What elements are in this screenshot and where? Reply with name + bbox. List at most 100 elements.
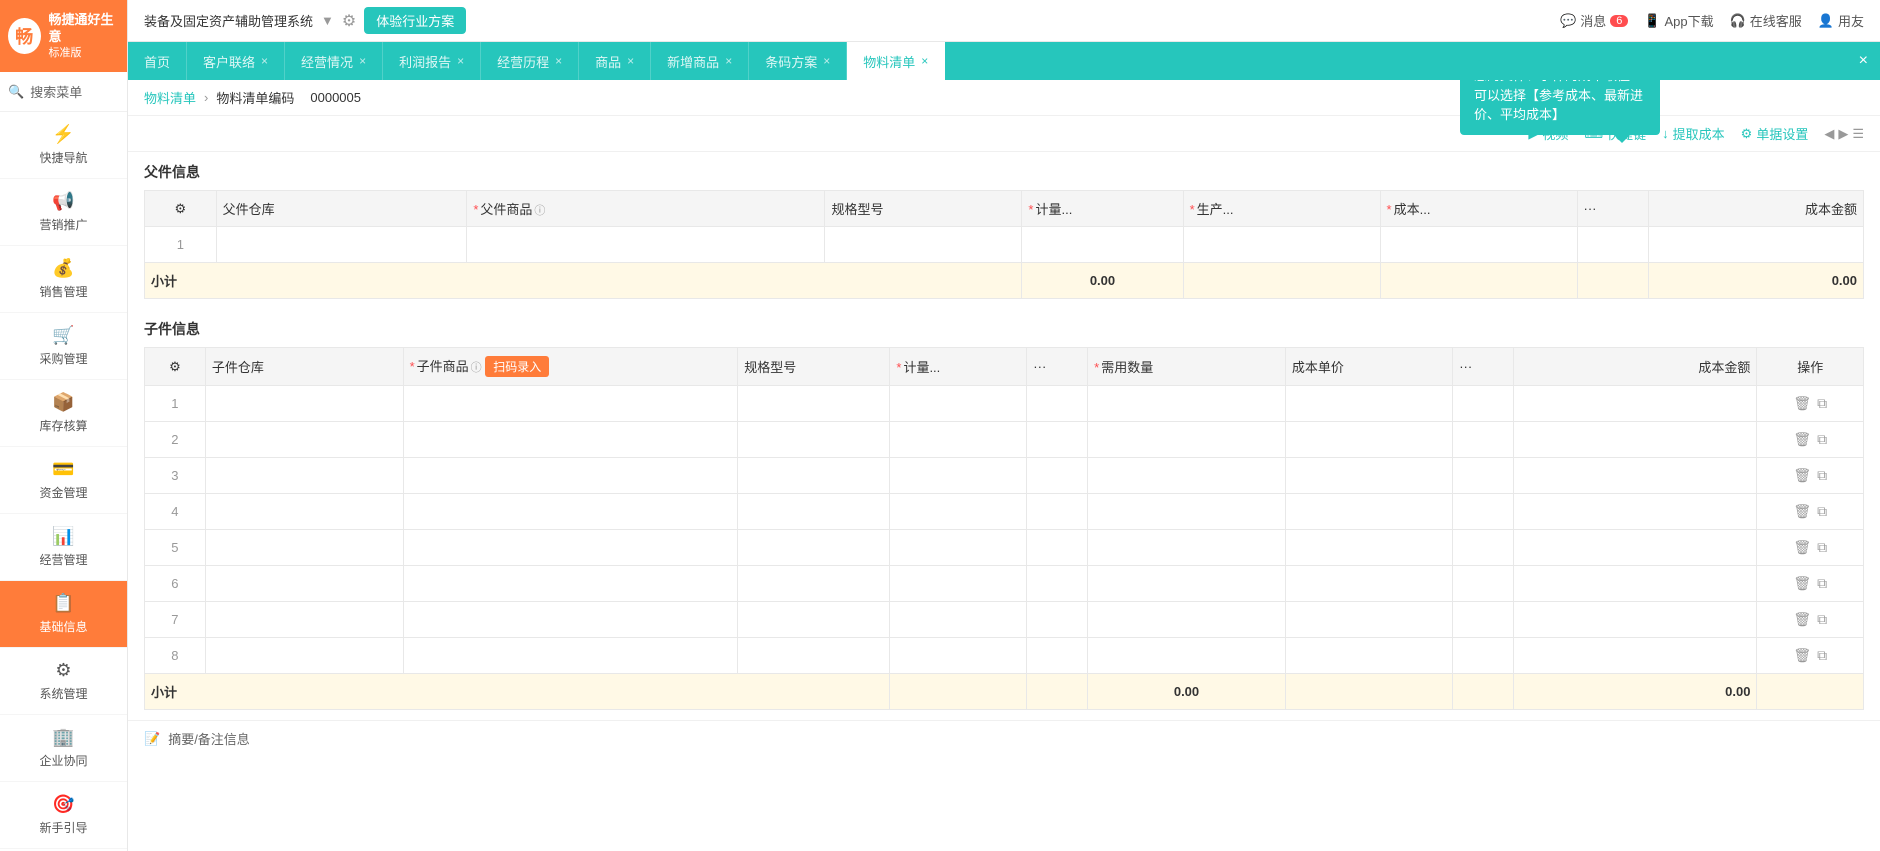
child-product-cell[interactable]: [403, 386, 738, 422]
dropdown-icon[interactable]: ▼: [321, 13, 334, 28]
child-spec-cell[interactable]: [738, 386, 890, 422]
sidebar-item-enterprise[interactable]: 🏢 企业协同: [0, 715, 127, 782]
copy-icon[interactable]: ⧉: [1817, 467, 1827, 484]
child-warehouse-cell[interactable]: [205, 566, 403, 602]
child-spec-cell[interactable]: [738, 602, 890, 638]
child-product-cell[interactable]: [403, 458, 738, 494]
parent-spec-cell[interactable]: [825, 227, 1022, 263]
child-qty-cell[interactable]: [1088, 602, 1286, 638]
parent-production-cell[interactable]: [1183, 227, 1380, 263]
sidebar-search[interactable]: 🔍 搜索菜单: [0, 72, 127, 112]
user-button[interactable]: 👤 用友: [1818, 11, 1864, 30]
child-spec-cell[interactable]: [738, 530, 890, 566]
child-unit-cost-cell[interactable]: [1285, 638, 1452, 674]
child-unit-cell[interactable]: [890, 386, 1027, 422]
sidebar-item-quick-nav[interactable]: ⚡ 快捷导航: [0, 112, 127, 179]
child-unit-cell[interactable]: [890, 638, 1027, 674]
delete-icon[interactable]: 🗑: [1793, 575, 1811, 592]
child-qty-cell[interactable]: [1088, 386, 1286, 422]
sidebar-item-operations[interactable]: 📊 经营管理: [0, 514, 127, 581]
trial-button[interactable]: 体验行业方案: [364, 7, 466, 34]
tab-bom[interactable]: 物料清单 ×: [847, 42, 945, 80]
child-product-cell[interactable]: [403, 602, 738, 638]
extract-cost-action[interactable]: ↓ 提取成本: [1662, 124, 1725, 143]
copy-icon[interactable]: ⧉: [1817, 611, 1827, 628]
menu-icon[interactable]: ☰: [1852, 126, 1864, 142]
delete-icon[interactable]: 🗑: [1793, 395, 1811, 412]
delete-icon[interactable]: 🗑: [1793, 611, 1811, 628]
tab-close-products[interactable]: ×: [627, 54, 634, 68]
prev-icon[interactable]: ◀: [1824, 126, 1834, 142]
delete-icon[interactable]: 🗑: [1793, 539, 1811, 556]
child-unit-cell[interactable]: [890, 566, 1027, 602]
child-product-cell[interactable]: [403, 566, 738, 602]
tab-close-barcode[interactable]: ×: [823, 54, 830, 68]
parent-warehouse-cell[interactable]: [216, 227, 467, 263]
copy-icon[interactable]: ⧉: [1817, 647, 1827, 664]
tab-close-ops[interactable]: ×: [359, 54, 366, 68]
sidebar-item-system[interactable]: ⚙ 系统管理: [0, 648, 127, 715]
child-qty-cell[interactable]: [1088, 530, 1286, 566]
child-warehouse-cell[interactable]: [205, 422, 403, 458]
single-settings-action[interactable]: ⚙ 单据设置: [1741, 124, 1809, 143]
close-all-tabs[interactable]: ×: [1847, 52, 1880, 70]
tab-close-new-product[interactable]: ×: [725, 54, 732, 68]
tab-close-bom[interactable]: ×: [921, 54, 928, 68]
child-qty-cell[interactable]: [1088, 638, 1286, 674]
tab-customer[interactable]: 客户联络 ×: [187, 42, 285, 80]
child-unit-cell[interactable]: [890, 494, 1027, 530]
copy-icon[interactable]: ⧉: [1817, 575, 1827, 592]
next-icon[interactable]: ▶: [1838, 126, 1848, 142]
delete-icon[interactable]: 🗑: [1793, 647, 1811, 664]
child-product-cell[interactable]: [403, 422, 738, 458]
sidebar-item-basic-info[interactable]: 📋 基础信息: [0, 581, 127, 648]
tab-new-product[interactable]: 新增商品 ×: [651, 42, 749, 80]
delete-icon[interactable]: 🗑: [1793, 431, 1811, 448]
delete-icon[interactable]: 🗑: [1793, 503, 1811, 520]
child-spec-cell[interactable]: [738, 422, 890, 458]
child-warehouse-cell[interactable]: [205, 602, 403, 638]
child-spec-cell[interactable]: [738, 566, 890, 602]
child-product-cell[interactable]: [403, 494, 738, 530]
copy-icon[interactable]: ⧉: [1817, 431, 1827, 448]
copy-icon[interactable]: ⧉: [1817, 539, 1827, 556]
child-unit-cell[interactable]: [890, 422, 1027, 458]
parent-product-cell[interactable]: [467, 227, 825, 263]
tooltip-close[interactable]: ×: [1638, 80, 1646, 86]
tab-close-profit[interactable]: ×: [457, 54, 464, 68]
tab-home[interactable]: 首页: [128, 42, 187, 80]
tab-barcode[interactable]: 条码方案 ×: [749, 42, 847, 80]
child-qty-cell[interactable]: [1088, 458, 1286, 494]
tab-close-process[interactable]: ×: [555, 54, 562, 68]
child-warehouse-cell[interactable]: [205, 638, 403, 674]
sidebar-item-guide[interactable]: 🎯 新手引导: [0, 782, 127, 849]
child-qty-cell[interactable]: [1088, 566, 1286, 602]
sidebar-item-purchase[interactable]: 🛒 采购管理: [0, 313, 127, 380]
sidebar-item-finance[interactable]: 💳 资金管理: [0, 447, 127, 514]
tab-ops-process[interactable]: 经营历程 ×: [481, 42, 579, 80]
child-unit-cost-cell[interactable]: [1285, 422, 1452, 458]
sidebar-item-marketing[interactable]: 📢 营销推广: [0, 179, 127, 246]
tab-products[interactable]: 商品 ×: [579, 42, 651, 80]
scan-button[interactable]: 扫码录入: [485, 356, 549, 377]
child-spec-cell[interactable]: [738, 458, 890, 494]
child-col-settings[interactable]: ⚙: [145, 348, 206, 386]
settings-icon[interactable]: ⚙: [342, 11, 356, 31]
tab-close-customer[interactable]: ×: [261, 54, 268, 68]
sidebar-item-inventory[interactable]: 📦 库存核算: [0, 380, 127, 447]
parent-cost-cell[interactable]: [1380, 227, 1577, 263]
online-service-button[interactable]: 🎧 在线客服: [1730, 11, 1802, 30]
breadcrumb-parent[interactable]: 物料清单: [144, 88, 196, 107]
child-unit-cell[interactable]: [890, 602, 1027, 638]
child-unit-cost-cell[interactable]: [1285, 602, 1452, 638]
child-product-cell[interactable]: [403, 530, 738, 566]
parent-unit-cell[interactable]: [1022, 227, 1183, 263]
child-qty-cell[interactable]: [1088, 422, 1286, 458]
tab-operations-situation[interactable]: 经营情况 ×: [285, 42, 383, 80]
parent-col-settings[interactable]: ⚙: [145, 191, 217, 227]
child-product-cell[interactable]: [403, 638, 738, 674]
child-spec-cell[interactable]: [738, 638, 890, 674]
child-unit-cell[interactable]: [890, 458, 1027, 494]
child-qty-cell[interactable]: [1088, 494, 1286, 530]
child-warehouse-cell[interactable]: [205, 458, 403, 494]
